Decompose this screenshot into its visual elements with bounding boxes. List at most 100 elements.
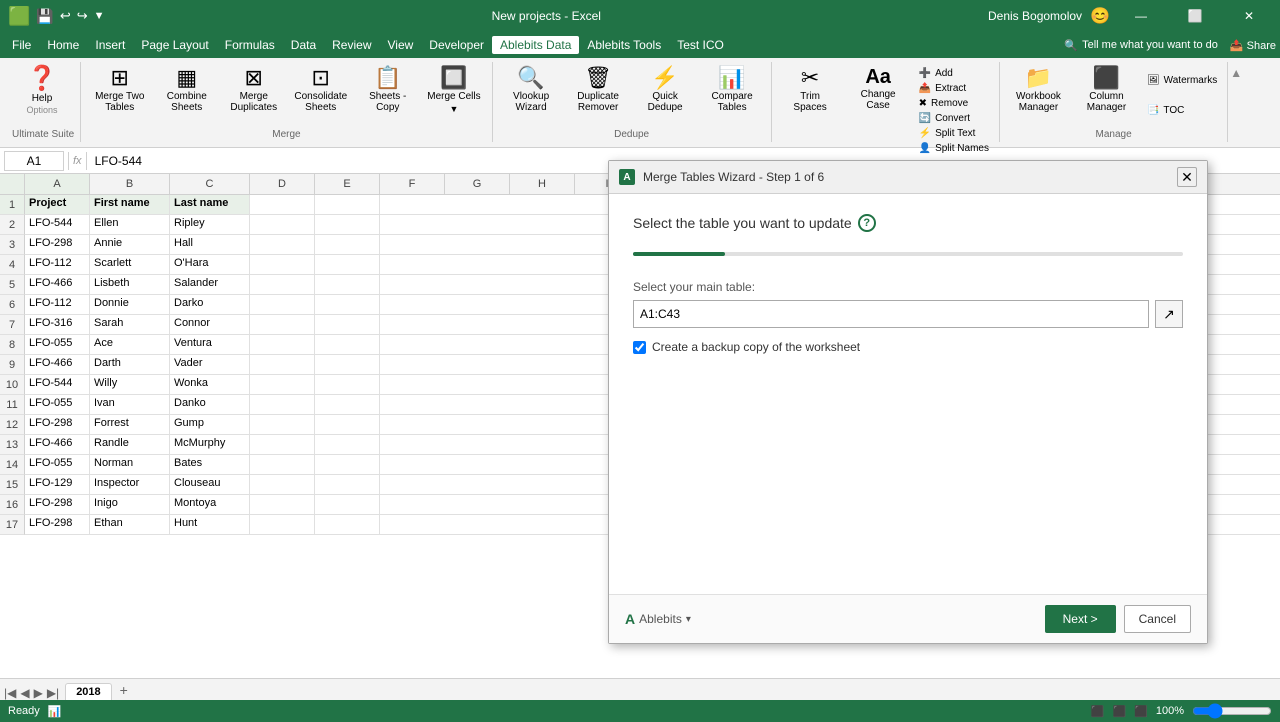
grid-cell[interactable] xyxy=(250,375,315,395)
customize-icon[interactable]: ▼ xyxy=(94,10,105,22)
column-manager-button[interactable]: ⬛ Column Manager xyxy=(1074,64,1139,127)
grid-cell[interactable] xyxy=(250,315,315,335)
grid-cell[interactable]: LFO-316 xyxy=(25,315,90,335)
grid-cell[interactable]: Inigo xyxy=(90,495,170,515)
grid-cell[interactable] xyxy=(250,215,315,235)
grid-cell[interactable]: Ventura xyxy=(170,335,250,355)
grid-cell[interactable] xyxy=(315,215,380,235)
grid-cell[interactable]: Donnie xyxy=(90,295,170,315)
sheet-nav-last[interactable]: ▶| xyxy=(47,686,59,700)
sheet-nav-first[interactable]: |◀ xyxy=(4,686,16,700)
grid-cell[interactable] xyxy=(315,435,380,455)
grid-cell[interactable]: LFO-298 xyxy=(25,495,90,515)
grid-cell[interactable]: Sarah xyxy=(90,315,170,335)
grid-cell[interactable]: LFO-544 xyxy=(25,375,90,395)
grid-cell[interactable] xyxy=(250,415,315,435)
grid-cell[interactable]: LFO-129 xyxy=(25,475,90,495)
grid-cell[interactable] xyxy=(315,475,380,495)
menu-file[interactable]: File xyxy=(4,36,39,54)
grid-cell[interactable] xyxy=(315,315,380,335)
grid-cell[interactable]: Ivan xyxy=(90,395,170,415)
grid-cell[interactable]: LFO-466 xyxy=(25,355,90,375)
grid-cell[interactable] xyxy=(250,235,315,255)
grid-cell[interactable]: LFO-112 xyxy=(25,295,90,315)
grid-cell[interactable]: Hall xyxy=(170,235,250,255)
menu-insert[interactable]: Insert xyxy=(87,36,133,54)
grid-cell[interactable]: McMurphy xyxy=(170,435,250,455)
grid-cell[interactable] xyxy=(315,415,380,435)
grid-cell[interactable] xyxy=(250,335,315,355)
next-button[interactable]: Next > xyxy=(1045,605,1116,633)
grid-cell[interactable] xyxy=(250,355,315,375)
cell-c1[interactable]: Last name xyxy=(170,195,250,215)
trim-spaces-button[interactable]: ✂ Trim Spaces xyxy=(778,64,843,158)
grid-cell[interactable]: LFO-466 xyxy=(25,275,90,295)
grid-cell[interactable]: Darth xyxy=(90,355,170,375)
grid-cell[interactable]: Montoya xyxy=(170,495,250,515)
split-text-button[interactable]: ⚡ Split Text xyxy=(915,126,993,141)
sheets-copy-button[interactable]: 📋 Sheets - Copy xyxy=(355,64,420,116)
grid-cell[interactable]: Lisbeth xyxy=(90,275,170,295)
undo-icon[interactable]: ↩ xyxy=(60,8,71,24)
view-pagebreak-icon[interactable]: ⬛ xyxy=(1134,705,1148,718)
sheet-nav-next[interactable]: ▶ xyxy=(34,686,43,700)
sheet-tab-2018[interactable]: 2018 xyxy=(65,683,111,700)
grid-cell[interactable] xyxy=(315,375,380,395)
grid-cell[interactable] xyxy=(315,335,380,355)
maximize-button[interactable]: ⬜ xyxy=(1172,0,1218,32)
grid-cell[interactable]: Ethan xyxy=(90,515,170,535)
consolidate-sheets-button[interactable]: ⊡ Consolidate Sheets xyxy=(288,64,353,116)
dialog-help-icon[interactable]: ? xyxy=(858,214,876,232)
cell-e1[interactable] xyxy=(315,195,380,215)
add-sheet-button[interactable]: + xyxy=(114,680,134,700)
grid-cell[interactable] xyxy=(250,435,315,455)
ablebits-brand[interactable]: A Ablebits ▾ xyxy=(625,611,691,627)
grid-cell[interactable] xyxy=(315,355,380,375)
grid-cell[interactable]: Ace xyxy=(90,335,170,355)
grid-cell[interactable]: Bates xyxy=(170,455,250,475)
menu-developer[interactable]: Developer xyxy=(421,36,492,54)
grid-cell[interactable] xyxy=(250,455,315,475)
cancel-button[interactable]: Cancel xyxy=(1124,605,1191,633)
grid-cell[interactable] xyxy=(315,515,380,535)
minimize-button[interactable]: — xyxy=(1118,0,1164,32)
grid-cell[interactable] xyxy=(250,515,315,535)
help-button[interactable]: ❓ Help Options xyxy=(12,64,72,119)
grid-cell[interactable]: LFO-112 xyxy=(25,255,90,275)
cell-reference-input[interactable] xyxy=(4,151,64,171)
grid-cell[interactable] xyxy=(315,295,380,315)
view-layout-icon[interactable]: ⬛ xyxy=(1112,705,1126,718)
grid-cell[interactable] xyxy=(315,275,380,295)
watermarks-button[interactable]: 🖼 Watermarks xyxy=(1143,73,1221,88)
convert-button[interactable]: 🔄 Convert xyxy=(915,111,993,126)
combine-sheets-button[interactable]: ▦ Combine Sheets xyxy=(154,64,219,116)
grid-cell[interactable] xyxy=(315,395,380,415)
dialog-close-button[interactable]: ✕ xyxy=(1177,167,1197,187)
cell-d1[interactable] xyxy=(250,195,315,215)
grid-cell[interactable]: Norman xyxy=(90,455,170,475)
grid-cell[interactable]: O'Hara xyxy=(170,255,250,275)
vlookup-wizard-button[interactable]: 🔍 Vlookup Wizard xyxy=(499,64,564,116)
grid-cell[interactable]: Salander xyxy=(170,275,250,295)
grid-cell[interactable] xyxy=(250,275,315,295)
add-button[interactable]: ➕ Add xyxy=(915,66,993,81)
grid-cell[interactable]: Forrest xyxy=(90,415,170,435)
extract-button[interactable]: 📤 Extract xyxy=(915,81,993,96)
grid-cell[interactable]: LFO-298 xyxy=(25,415,90,435)
redo-icon[interactable]: ↪ xyxy=(77,8,88,24)
cell-b1[interactable]: First name xyxy=(90,195,170,215)
grid-cell[interactable] xyxy=(315,495,380,515)
workbook-manager-button[interactable]: 📁 Workbook Manager xyxy=(1006,64,1071,127)
grid-cell[interactable]: Hunt xyxy=(170,515,250,535)
cell-a1[interactable]: Project xyxy=(25,195,90,215)
grid-cell[interactable] xyxy=(250,255,315,275)
grid-cell[interactable]: LFO-544 xyxy=(25,215,90,235)
grid-cell[interactable] xyxy=(250,295,315,315)
menu-review[interactable]: Review xyxy=(324,36,379,54)
grid-cell[interactable]: LFO-466 xyxy=(25,435,90,455)
grid-cell[interactable]: LFO-298 xyxy=(25,235,90,255)
grid-cell[interactable]: Wonka xyxy=(170,375,250,395)
menu-home[interactable]: Home xyxy=(39,36,87,54)
grid-cell[interactable] xyxy=(250,475,315,495)
grid-cell[interactable]: Willy xyxy=(90,375,170,395)
